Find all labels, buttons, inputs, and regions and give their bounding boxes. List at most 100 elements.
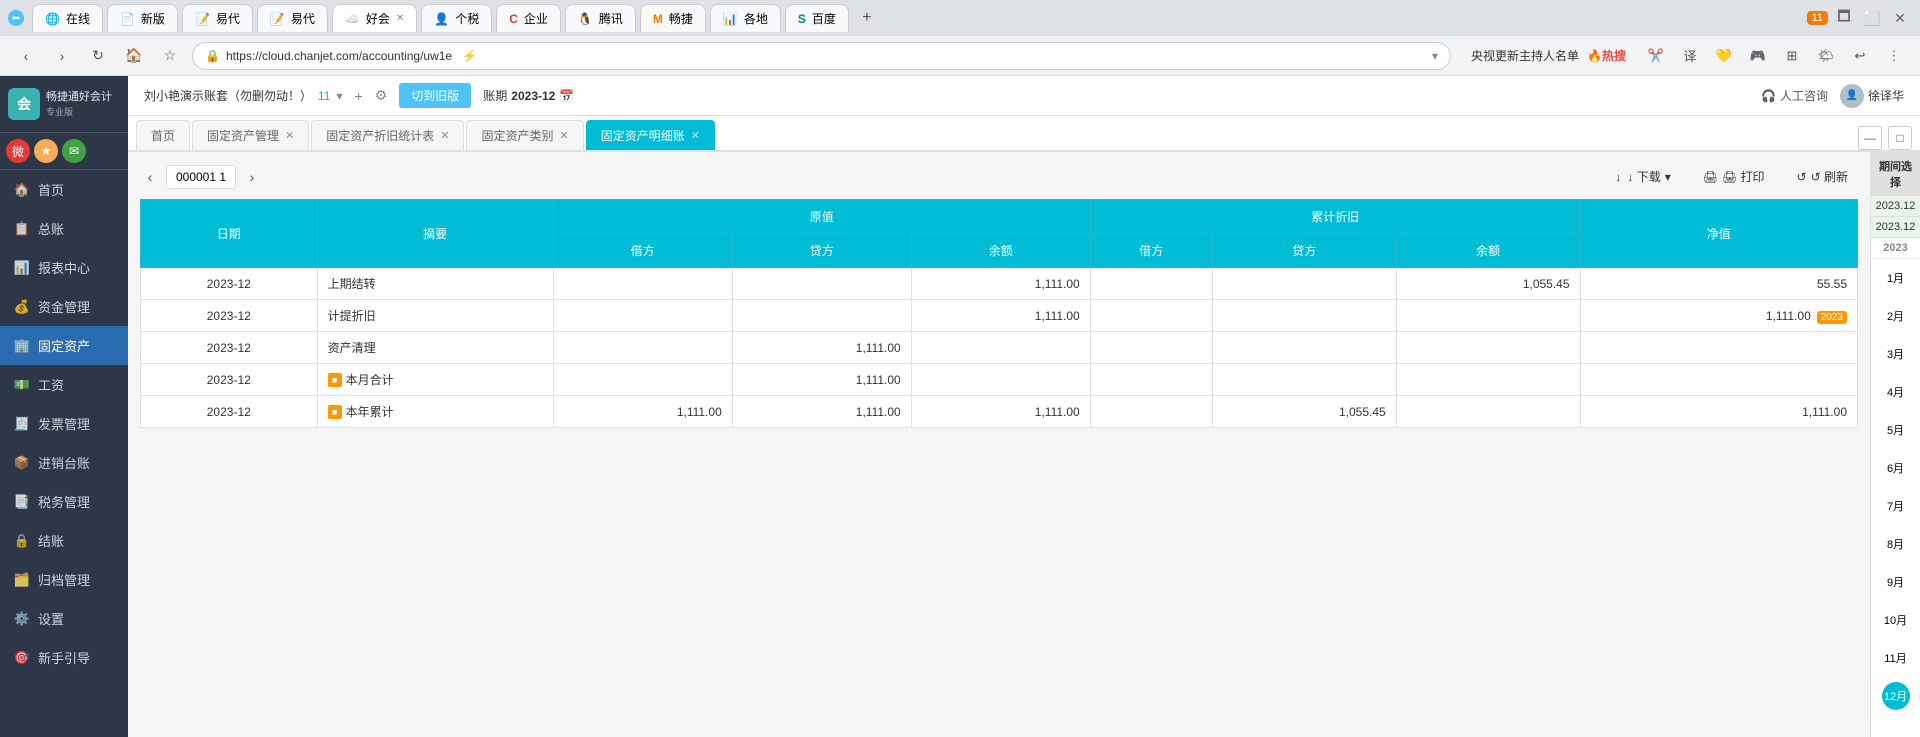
- user-info[interactable]: 👤 徐译华: [1840, 84, 1904, 108]
- game-icon[interactable]: 🎮: [1744, 42, 1772, 70]
- sidebar-item-guide[interactable]: 🎯 新手引导: [0, 638, 128, 677]
- tab-category[interactable]: 固定资产类别 ✕: [466, 120, 583, 150]
- browser-tab-gedi[interactable]: 📊 各地: [710, 4, 781, 32]
- address-bar[interactable]: 🔒 https://cloud.chanjet.com/accounting/u…: [192, 42, 1451, 70]
- period-month-item[interactable]: 3月: [1871, 335, 1920, 373]
- period-month-item[interactable]: 6月: [1871, 449, 1920, 487]
- period-month-circle[interactable]: 6月: [1882, 454, 1910, 482]
- browser-tab-enterprise[interactable]: C 企业: [496, 4, 561, 32]
- menu-icon[interactable]: ⋮: [1880, 42, 1908, 70]
- collapse-panel-button[interactable]: —: [1858, 126, 1882, 150]
- account-settings-icon[interactable]: ⚙: [375, 87, 388, 104]
- tab-depreciation-close[interactable]: ✕: [440, 129, 449, 142]
- prev-page-button[interactable]: ‹: [140, 167, 160, 187]
- weibo-icon[interactable]: 微: [6, 139, 30, 163]
- period-month-circle[interactable]: 3月: [1882, 340, 1910, 368]
- period-month-circle[interactable]: 11月: [1882, 644, 1910, 672]
- period-month-circle[interactable]: 8月: [1882, 530, 1910, 558]
- period-month-item[interactable]: 7月: [1871, 487, 1920, 525]
- add-account-icon[interactable]: +: [355, 88, 363, 104]
- tab-home[interactable]: 首页: [136, 120, 190, 150]
- browser-minimize-btn[interactable]: 🗖: [1832, 6, 1856, 30]
- sidebar-item-funds[interactable]: 💰 资金管理: [0, 287, 128, 326]
- browser-tab-online[interactable]: 🌐 在线: [32, 4, 103, 32]
- calendar-icon[interactable]: 📅: [559, 89, 574, 103]
- sidebar-item-close[interactable]: 🔒 结账: [0, 521, 128, 560]
- period-label: 账期: [483, 87, 507, 104]
- home-button[interactable]: 🏠: [120, 42, 148, 70]
- bookmark-button[interactable]: ☆: [156, 42, 184, 70]
- page-number-input[interactable]: 000001 1: [166, 165, 236, 189]
- browser-tab-yidai1[interactable]: 📝 易代: [182, 4, 253, 32]
- tab-fixed-assets[interactable]: 固定资产管理 ✕: [192, 120, 309, 150]
- scissors-icon[interactable]: ✂️: [1642, 42, 1670, 70]
- address-dropdown-icon[interactable]: ▾: [1432, 49, 1438, 63]
- period-month-item[interactable]: 11月: [1871, 639, 1920, 677]
- sidebar-item-salary[interactable]: 💵 工资: [0, 365, 128, 404]
- sidebar-item-home[interactable]: 🏠 首页: [0, 170, 128, 209]
- tab-fixed-assets-close[interactable]: ✕: [285, 129, 294, 142]
- browser-tab-new[interactable]: 📄 新版: [107, 4, 178, 32]
- period-month-item[interactable]: 10月: [1871, 601, 1920, 639]
- star-icon[interactable]: ★: [34, 139, 58, 163]
- switch-version-button[interactable]: 切到旧版: [399, 83, 471, 108]
- next-page-button[interactable]: ›: [242, 167, 262, 187]
- sidebar-item-fixed[interactable]: 🏢 固定资产: [0, 326, 128, 365]
- download-button[interactable]: ↓ ↓ 下载 ▾: [1605, 164, 1680, 189]
- sidebar-item-tax[interactable]: 📑 税务管理: [0, 482, 128, 521]
- period-month-item[interactable]: 8月: [1871, 525, 1920, 563]
- forward-button[interactable]: ›: [48, 42, 76, 70]
- period-month-circle[interactable]: 10月: [1882, 606, 1910, 634]
- period-month-circle[interactable]: 7月: [1882, 492, 1910, 520]
- expand-panel-button[interactable]: □: [1888, 126, 1912, 150]
- browser-tab-baidu[interactable]: S 百度: [785, 4, 849, 32]
- undo-icon[interactable]: ↩: [1846, 42, 1874, 70]
- period-month-item[interactable]: 9月: [1871, 563, 1920, 601]
- period-month-circle[interactable]: 9月: [1882, 568, 1910, 596]
- period-month-item[interactable]: 4月: [1871, 373, 1920, 411]
- period-month-item[interactable]: 1月: [1871, 259, 1920, 297]
- sidebar-item-sales[interactable]: 📦 进销台账: [0, 443, 128, 482]
- sidebar-item-invoice[interactable]: 🧾 发票管理: [0, 404, 128, 443]
- browser-close-btn[interactable]: ✕: [1888, 6, 1912, 30]
- tab-ledger-close[interactable]: ✕: [691, 129, 700, 142]
- new-tab-button[interactable]: +: [853, 4, 881, 32]
- sidebar-item-ledger[interactable]: 📋 总账: [0, 209, 128, 248]
- cell-date: 2023-12: [141, 332, 318, 364]
- period-month-item[interactable]: 12月: [1871, 677, 1920, 715]
- browser-maximize-btn[interactable]: ⬜: [1860, 6, 1884, 30]
- refresh-button[interactable]: ↺ ↺ 刷新: [1787, 164, 1858, 189]
- sidebar-item-reports[interactable]: 📊 报表中心: [0, 248, 128, 287]
- brightness-icon[interactable]: 🌤: [1812, 42, 1840, 70]
- back-button[interactable]: ‹: [12, 42, 40, 70]
- service-button[interactable]: 🎧 人工咨询: [1761, 87, 1828, 104]
- download-dropdown-icon[interactable]: ▾: [1665, 170, 1671, 184]
- hot-search-label[interactable]: 🔥热搜: [1587, 47, 1626, 64]
- browser-tab-close[interactable]: ✕: [396, 13, 404, 24]
- browser-tab-changjie[interactable]: M 畅捷: [640, 4, 706, 32]
- tab-category-close[interactable]: ✕: [560, 129, 569, 142]
- tab-ledger[interactable]: 固定资产明细账 ✕: [586, 120, 715, 150]
- wallet-icon[interactable]: 💛: [1710, 42, 1738, 70]
- period-month-item[interactable]: 2月: [1871, 297, 1920, 335]
- reload-button[interactable]: ↻: [84, 42, 112, 70]
- period-month-circle[interactable]: 1月: [1882, 264, 1910, 292]
- grid-icon[interactable]: ⊞: [1778, 42, 1806, 70]
- sidebar-item-settings[interactable]: ⚙️ 设置: [0, 599, 128, 638]
- browser-tab-yidai2[interactable]: 📝 易代: [257, 4, 328, 32]
- period-month-circle[interactable]: 4月: [1882, 378, 1910, 406]
- period-month-circle[interactable]: 2月: [1882, 302, 1910, 330]
- browser-tab-haokuai[interactable]: ☁️ 好会 ✕: [332, 4, 417, 32]
- period-month-circle[interactable]: 12月: [1882, 682, 1910, 710]
- browser-tab-tencent[interactable]: 🐧 腾讯: [565, 4, 636, 32]
- mail-icon[interactable]: ✉: [62, 139, 86, 163]
- account-dropdown-icon[interactable]: ▾: [336, 89, 342, 103]
- sidebar-item-archive[interactable]: 🗂️ 归档管理: [0, 560, 128, 599]
- refresh-icon: ↺: [1797, 170, 1807, 184]
- period-month-circle[interactable]: 5月: [1882, 416, 1910, 444]
- tab-depreciation[interactable]: 固定资产折旧统计表 ✕: [311, 120, 464, 150]
- translate-icon[interactable]: 译: [1676, 42, 1704, 70]
- print-button[interactable]: 🖨 🖨 打印: [1693, 164, 1775, 189]
- browser-tab-getax[interactable]: 👤 个税: [421, 4, 492, 32]
- period-month-item[interactable]: 5月: [1871, 411, 1920, 449]
